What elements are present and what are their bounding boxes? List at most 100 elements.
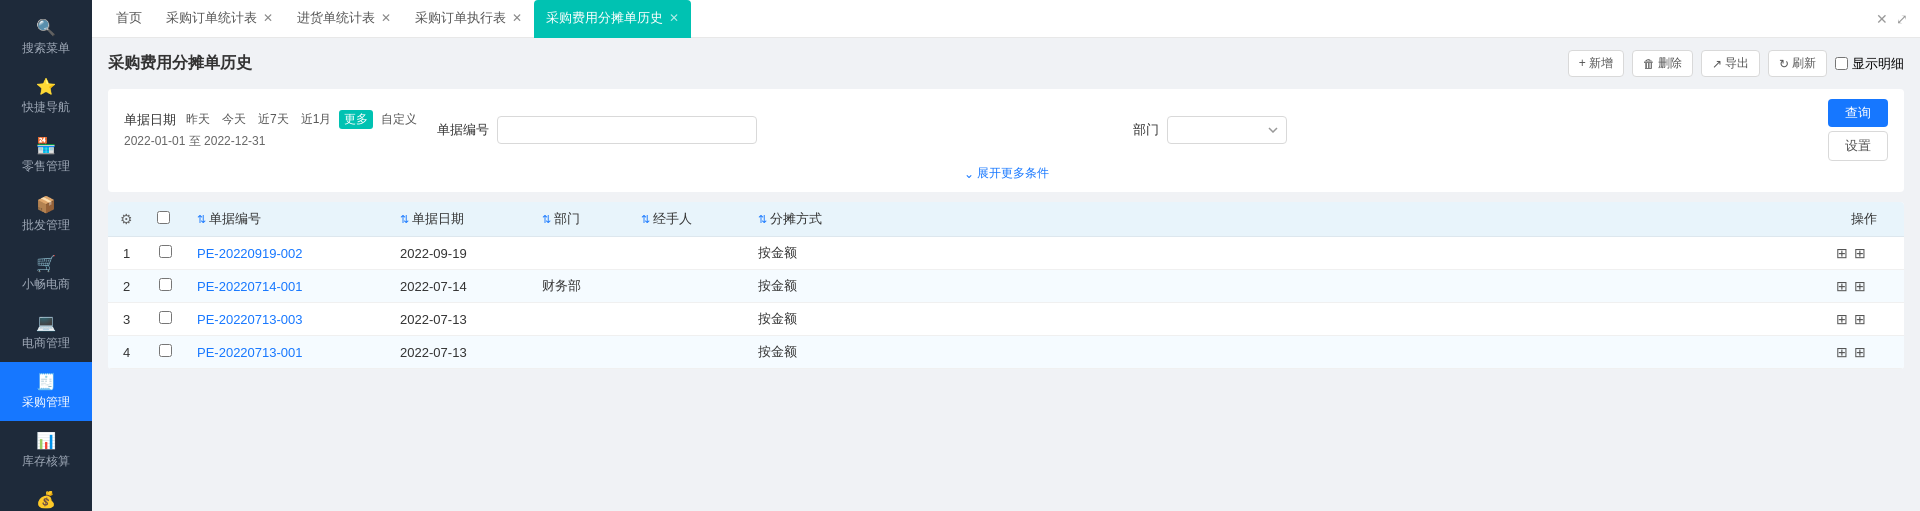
row-split-method-3: 按金额 (746, 336, 1824, 369)
tab-purchase-cost-history[interactable]: 采购费用分摊单历史✕ (534, 0, 691, 38)
maximize-window-icon[interactable]: ⤢ (1896, 11, 1908, 27)
delete-button[interactable]: 🗑 删除 (1632, 50, 1693, 77)
expand-row: ⌄ 展开更多条件 (124, 161, 1888, 182)
row-handler-1 (629, 270, 747, 303)
doc-number-input[interactable] (497, 116, 757, 144)
refresh-icon: ↻ (1779, 57, 1789, 71)
date-more[interactable]: 更多 (339, 110, 373, 129)
th-doc-number: ⇅ 单据编号 (185, 202, 388, 237)
select-all-checkbox[interactable] (157, 211, 170, 224)
tab-purchase-order-exec[interactable]: 采购订单执行表 ✕ (403, 0, 534, 38)
main-content: 首页采购订单统计表✕进货单统计表✕采购订单执行表✕采购费用分摊单历史✕ ✕ ⤢ … (92, 0, 1920, 511)
column-settings-icon[interactable]: ⚙ (120, 211, 133, 227)
sidebar-label-inventory: 库存核算 (22, 454, 70, 468)
doc-number-link-2[interactable]: PE-20220713-003 (197, 312, 303, 327)
date-yesterday[interactable]: 昨天 (182, 110, 214, 129)
sidebar-item-quicknav[interactable]: ⭐快捷导航 (0, 67, 92, 126)
doc-number-link-0[interactable]: PE-20220919-002 (197, 246, 303, 261)
data-table: ⚙ ⇅ 单据编号 ⇅ (108, 202, 1904, 369)
tab-label-purchase-order-exec: 采购订单执行表 (415, 9, 506, 27)
date-7days[interactable]: 近7天 (254, 110, 293, 129)
row-edit-icon-2[interactable]: ⊞ (1836, 311, 1848, 327)
sidebar-icon-inventory: 📊 (4, 431, 88, 450)
sidebar-item-purchase[interactable]: 🧾采购管理 (0, 362, 92, 421)
row-num-3 (145, 336, 185, 369)
tab-home[interactable]: 首页 (104, 0, 154, 38)
settings-button[interactable]: 设置 (1828, 131, 1888, 161)
sidebar-icon-wholesale: 📦 (4, 195, 88, 214)
sidebar-item-wholesale[interactable]: 📦批发管理 (0, 185, 92, 244)
row-more-icon-3[interactable]: ⊞ (1854, 344, 1866, 360)
sort-icon-dept: ⇅ (542, 213, 551, 226)
row-operations-0: ⊞ ⊞ (1824, 237, 1904, 270)
sidebar-item-ecommerce[interactable]: 💻电商管理 (0, 303, 92, 362)
date-range-text: 2022-01-01 至 2022-12-31 (124, 133, 265, 150)
date-today[interactable]: 今天 (218, 110, 250, 129)
table-header-row: ⚙ ⇅ 单据编号 ⇅ (108, 202, 1904, 237)
doc-number-link-1[interactable]: PE-20220714-001 (197, 279, 303, 294)
row-more-icon-2[interactable]: ⊞ (1854, 311, 1866, 327)
row-dept-3 (530, 336, 629, 369)
sidebar-item-finance[interactable]: 💰资金管理 (0, 480, 92, 511)
page-title: 采购费用分摊单历史 (108, 53, 252, 74)
row-num-0 (145, 237, 185, 270)
row-doc-number-2: PE-20220713-003 (185, 303, 388, 336)
dept-select[interactable] (1167, 116, 1287, 144)
row-split-method-0: 按金额 (746, 237, 1824, 270)
tab-purchase-order-stats[interactable]: 采购订单统计表✕ (154, 0, 285, 38)
row-num-2 (145, 303, 185, 336)
table-row: 4 PE-20220713-001 2022-07-13 按金额 ⊞ ⊞ (108, 336, 1904, 369)
row-edit-icon-0[interactable]: ⊞ (1836, 245, 1848, 261)
row-more-icon-1[interactable]: ⊞ (1854, 278, 1866, 294)
sidebar-label-search: 搜索菜单 (22, 41, 70, 55)
row-settings-2: 3 (108, 303, 145, 336)
dept-label: 部门 (1133, 121, 1159, 139)
show-columns-input[interactable] (1835, 57, 1848, 70)
row-checkbox-3[interactable] (159, 344, 172, 357)
query-button[interactable]: 查询 (1828, 99, 1888, 127)
table-row: 1 PE-20220919-002 2022-09-19 按金额 ⊞ ⊞ (108, 237, 1904, 270)
expand-conditions-btn[interactable]: ⌄ 展开更多条件 (964, 165, 1049, 182)
sidebar-item-search[interactable]: 🔍搜索菜单 (0, 8, 92, 67)
date-custom[interactable]: 自定义 (377, 110, 421, 129)
row-edit-icon-3[interactable]: ⊞ (1836, 344, 1848, 360)
sidebar-icon-retail: 🏪 (4, 136, 88, 155)
th-dept: ⇅ 部门 (530, 202, 629, 237)
sidebar-item-xiaopang[interactable]: 🛒小畅电商 (0, 244, 92, 303)
doc-number-label: 单据编号 (437, 121, 489, 139)
row-checkbox-0[interactable] (159, 245, 172, 258)
tab-close-receipt-stats[interactable]: ✕ (381, 11, 391, 25)
th-operation: 操作 (1824, 202, 1904, 237)
tab-bar: 首页采购订单统计表✕进货单统计表✕采购订单执行表✕采购费用分摊单历史✕ ✕ ⤢ (92, 0, 1920, 38)
row-dept-1: 财务部 (530, 270, 629, 303)
tab-close-purchase-cost-history[interactable]: ✕ (669, 11, 679, 25)
tab-label-home: 首页 (116, 9, 142, 27)
export-button[interactable]: ↗ 导出 (1701, 50, 1760, 77)
sidebar-item-inventory[interactable]: 📊 库存核算 (0, 421, 92, 480)
show-columns-checkbox[interactable]: 显示明细 (1835, 55, 1904, 73)
row-checkbox-2[interactable] (159, 311, 172, 324)
th-dept-label: 部门 (554, 210, 580, 228)
row-checkbox-1[interactable] (159, 278, 172, 291)
close-window-icon[interactable]: ✕ (1876, 11, 1888, 27)
sidebar-label-quicknav: 快捷导航 (22, 100, 70, 114)
tab-receipt-stats[interactable]: 进货单统计表✕ (285, 0, 403, 38)
date-1month[interactable]: 近1月 (297, 110, 336, 129)
table-container: ⚙ ⇅ 单据编号 ⇅ (108, 202, 1904, 369)
tab-close-purchase-order-exec[interactable]: ✕ (512, 11, 522, 25)
th-doc-date-label: 单据日期 (412, 210, 464, 228)
row-operations-1: ⊞ ⊞ (1824, 270, 1904, 303)
tab-close-purchase-order-stats[interactable]: ✕ (263, 11, 273, 25)
th-doc-number-label: 单据编号 (209, 210, 261, 228)
refresh-button[interactable]: ↻ 刷新 (1768, 50, 1827, 77)
row-edit-icon-1[interactable]: ⊞ (1836, 278, 1848, 294)
row-more-icon-0[interactable]: ⊞ (1854, 245, 1866, 261)
sidebar-item-retail[interactable]: 🏪零售管理 (0, 126, 92, 185)
table-row: 2 PE-20220714-001 2022-07-14 财务部 按金额 ⊞ ⊞ (108, 270, 1904, 303)
doc-number-link-3[interactable]: PE-20220713-001 (197, 345, 303, 360)
table-body: 1 PE-20220919-002 2022-09-19 按金额 ⊞ ⊞ 2 (108, 237, 1904, 369)
row-handler-2 (629, 303, 747, 336)
add-button[interactable]: + 新增 (1568, 50, 1624, 77)
row-settings-1: 2 (108, 270, 145, 303)
sidebar-icon-ecommerce: 💻 (4, 313, 88, 332)
